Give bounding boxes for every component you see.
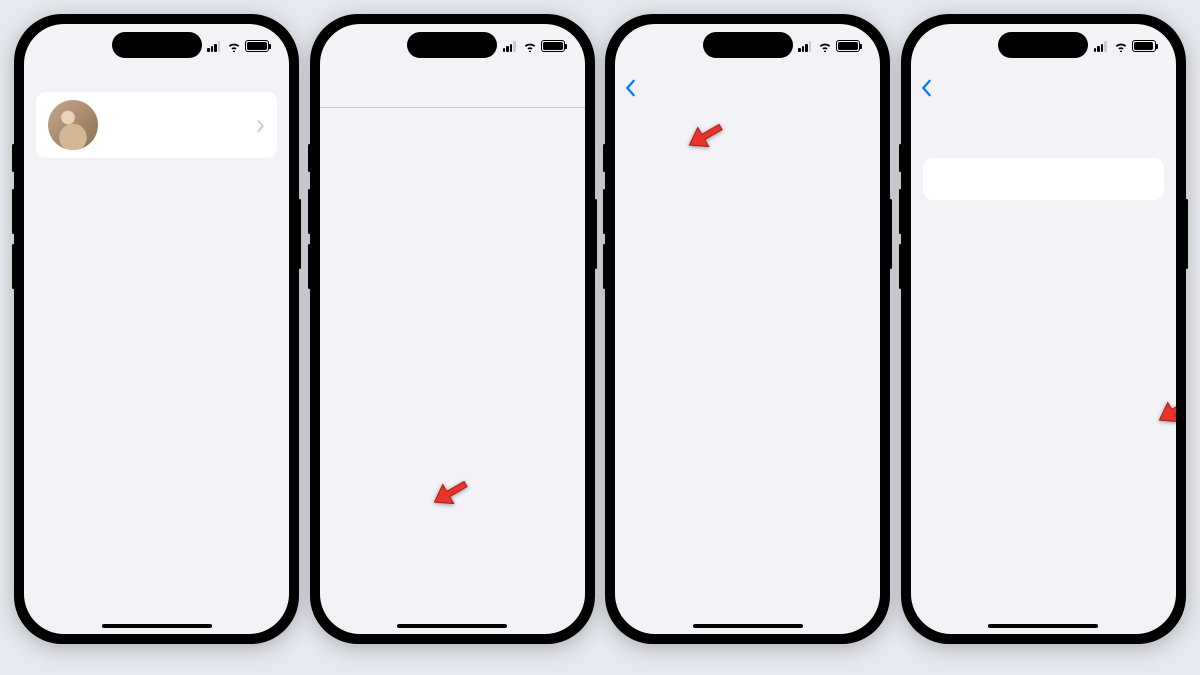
phone-4 xyxy=(901,14,1186,644)
dynamic-island xyxy=(407,32,497,58)
wifi-icon xyxy=(227,41,241,52)
battery-icon xyxy=(1132,40,1156,52)
phone-1 xyxy=(14,14,299,644)
home-indicator[interactable] xyxy=(102,624,212,628)
red-arrow-icon xyxy=(1155,394,1176,433)
wifi-icon xyxy=(1114,41,1128,52)
dynamic-island xyxy=(112,32,202,58)
avatar xyxy=(48,100,98,150)
battery-icon xyxy=(836,40,860,52)
page-title xyxy=(24,68,289,84)
battery-icon xyxy=(245,40,269,52)
nav-bar xyxy=(320,68,585,108)
signal-icon xyxy=(503,41,519,52)
phone-2 xyxy=(310,14,595,644)
signal-icon xyxy=(1094,41,1110,52)
red-arrow-icon xyxy=(430,476,470,515)
red-arrow-icon xyxy=(685,119,725,158)
home-indicator[interactable] xyxy=(397,624,507,628)
wifi-icon xyxy=(818,41,832,52)
wifi-icon xyxy=(523,41,537,52)
back-button[interactable] xyxy=(625,79,640,97)
back-button[interactable] xyxy=(921,79,936,97)
signal-icon xyxy=(207,41,223,52)
nav-bar xyxy=(615,68,880,108)
home-indicator[interactable] xyxy=(988,624,1098,628)
dynamic-island xyxy=(703,32,793,58)
battery-icon xyxy=(541,40,565,52)
phone-3 xyxy=(605,14,890,644)
nav-bar xyxy=(911,68,1176,108)
chevron-right-icon xyxy=(257,119,265,131)
home-indicator[interactable] xyxy=(693,624,803,628)
dynamic-island xyxy=(998,32,1088,58)
row-cert[interactable] xyxy=(923,158,1164,200)
group-cert xyxy=(923,158,1164,200)
signal-icon xyxy=(798,41,814,52)
profile-row[interactable] xyxy=(36,92,277,158)
